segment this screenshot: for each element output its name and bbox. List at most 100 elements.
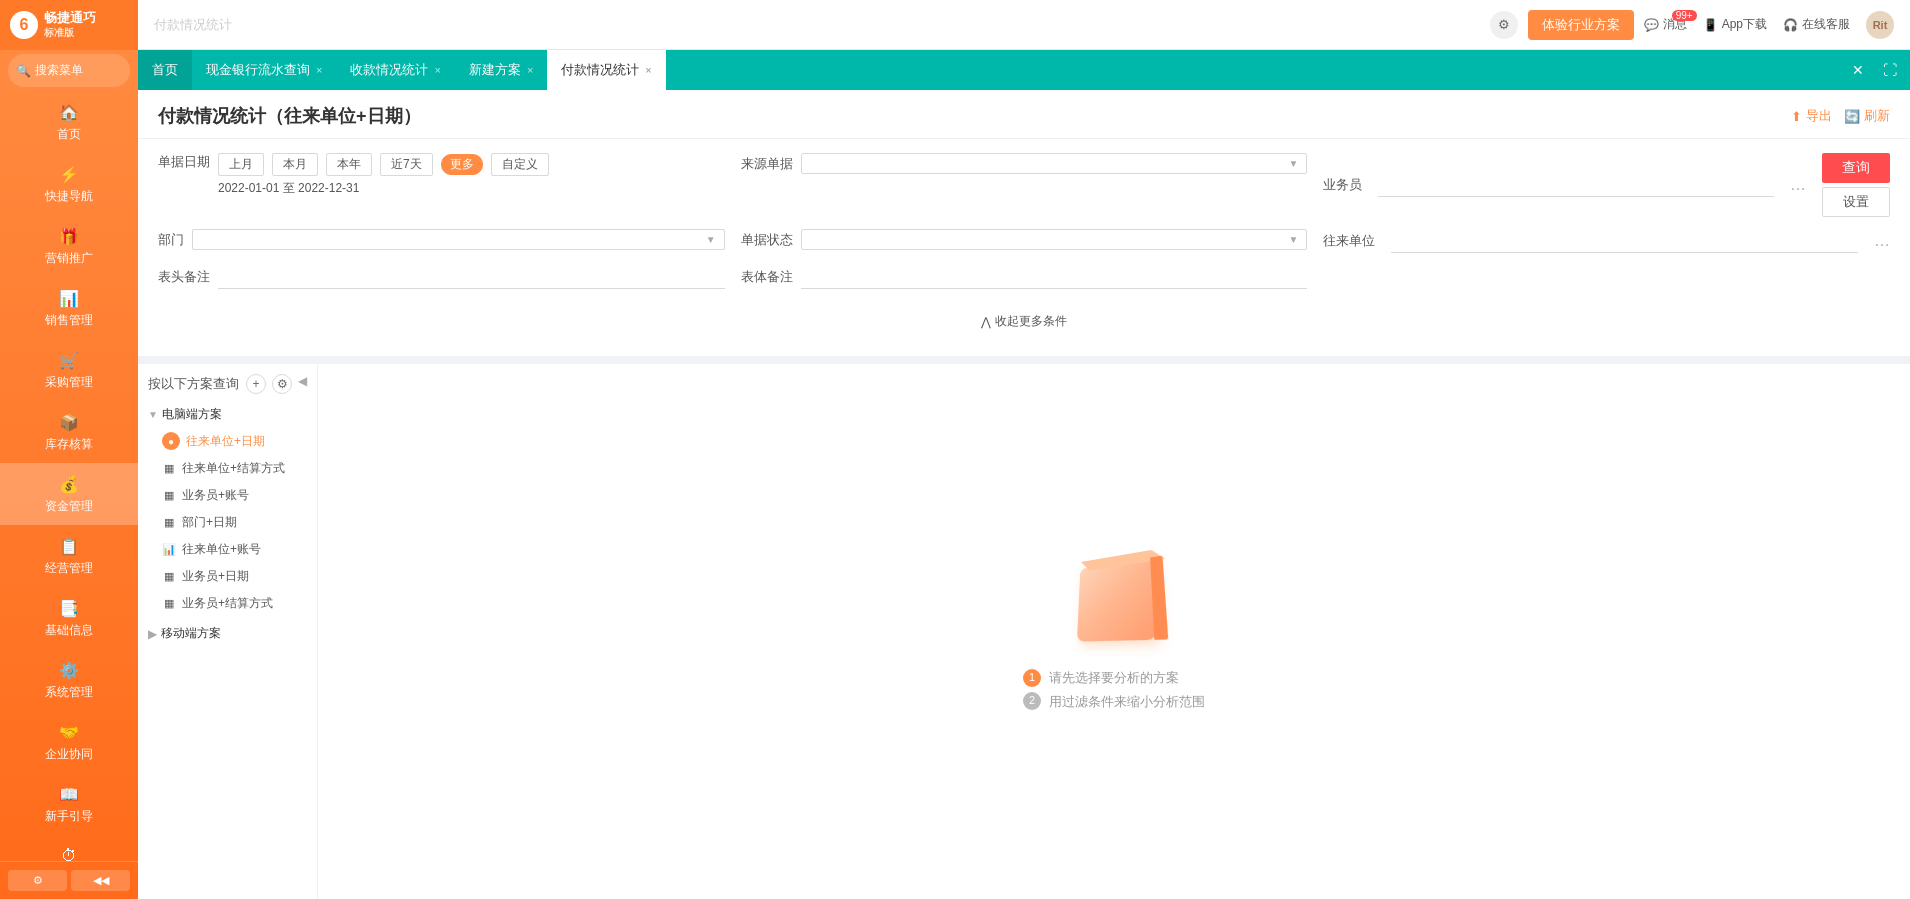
mobile-group-title[interactable]: ▶ 移动端方案 — [138, 621, 317, 646]
date-this-year[interactable]: 本年 — [326, 153, 372, 176]
active-indicator: ● — [162, 432, 180, 450]
collapse-sidebar-btn[interactable]: ◀◀ — [71, 870, 130, 891]
sidebar-item-quick-nav[interactable]: ⚡ 快捷导航 — [0, 153, 138, 215]
page-header-actions: ⬆ 导出 🔄 刷新 — [1791, 107, 1890, 125]
sidebar-item-home[interactable]: 🏠 首页 — [0, 91, 138, 153]
sidebar-logo: 6 畅捷通巧 标准版 — [0, 0, 138, 50]
content-body: 按以下方案查询 + ⚙ ◀ ▼ 电脑端方案 ● 往来单位+日期 — [138, 364, 1910, 899]
scheme-item-dept-date[interactable]: ▦ 部门+日期 — [138, 509, 317, 536]
collapse-more-btn[interactable]: ⋀ 收起更多条件 — [969, 309, 1079, 334]
staff-input[interactable] — [1378, 173, 1774, 197]
sidebar-item-sales[interactable]: 📊 销售管理 — [0, 277, 138, 339]
sidebar-item-operation[interactable]: 📋 经营管理 — [0, 525, 138, 587]
refresh-btn[interactable]: 🔄 刷新 — [1844, 107, 1890, 125]
topbar-settings-btn[interactable]: ⚙ — [1490, 11, 1518, 39]
scheme-collapse-btn[interactable]: ◀ — [298, 374, 307, 394]
tab-receipt-label: 收款情况统计 — [350, 61, 428, 79]
partner-label: 往来单位 — [1323, 232, 1375, 250]
date-last-month[interactable]: 上月 — [218, 153, 264, 176]
sidebar-item-hardware[interactable]: ⏱ 智能硬件 — [0, 835, 138, 861]
collapse-label: 收起更多条件 — [995, 313, 1067, 330]
sidebar-item-cooperation[interactable]: 🤝 企业协同 — [0, 711, 138, 773]
scheme-item-partner-account[interactable]: 📊 往来单位+账号 — [138, 536, 317, 563]
export-label: 导出 — [1806, 107, 1832, 125]
sidebar-nav: 🏠 首页 ⚡ 快捷导航 🎁 营销推广 📊 销售管理 🛒 采购管理 📦 库存核算 … — [0, 91, 138, 861]
close-all-tabs-btn[interactable]: ✕ — [1846, 58, 1870, 82]
doc-status-select[interactable]: ▼ — [801, 229, 1308, 250]
date-this-month[interactable]: 本月 — [272, 153, 318, 176]
filter-cell-partner: 往来单位 … — [1323, 229, 1890, 253]
scheme-icon-dept-date: ▦ — [162, 516, 176, 530]
message-btn[interactable]: 💬 消息 99+ — [1644, 16, 1687, 33]
tab-home-label: 首页 — [152, 61, 178, 79]
sidebar-item-finance[interactable]: 💰 资金管理 — [0, 463, 138, 525]
scheme-item-staff-date[interactable]: ▦ 业务员+日期 — [138, 563, 317, 590]
scheme-settings-btn[interactable]: ⚙ — [272, 374, 292, 394]
marketing-icon: 🎁 — [58, 225, 80, 247]
scheme-group-desktop: ▼ 电脑端方案 ● 往来单位+日期 ▦ 往来单位+结算方式 ▦ 业务员+账号 — [138, 402, 317, 617]
sidebar-item-purchase[interactable]: 🛒 采购管理 — [0, 339, 138, 401]
tab-bank[interactable]: 现金银行流水查询 × — [192, 50, 336, 90]
scheme-item-staff-settle-label: 业务员+结算方式 — [182, 595, 273, 612]
sidebar-item-system[interactable]: ⚙️ 系统管理 — [0, 649, 138, 711]
staff-more-btn[interactable]: … — [1790, 176, 1806, 194]
sidebar-item-marketing[interactable]: 🎁 营销推广 — [0, 215, 138, 277]
date-more[interactable]: 更多 — [441, 154, 483, 175]
sidebar-label-operation: 经营管理 — [45, 560, 93, 577]
quick-nav-icon: ⚡ — [58, 163, 80, 185]
source-label: 来源单据 — [741, 155, 793, 173]
search-label: 搜索菜单 — [35, 62, 83, 79]
app-download-btn[interactable]: 📱 App下载 — [1703, 16, 1767, 33]
topbar-right: 💬 消息 99+ 📱 App下载 🎧 在线客服 Rit — [1644, 11, 1894, 39]
tab-payment-close[interactable]: × — [645, 64, 651, 76]
empty-state: 1 请先选择要分析的方案 2 用过滤条件来缩小分析范围 — [1023, 550, 1205, 713]
body-note-input[interactable] — [801, 265, 1308, 289]
scheme-item-staff-account[interactable]: ▦ 业务员+账号 — [138, 482, 317, 509]
settings-bottom-btn[interactable]: ⚙ — [8, 870, 67, 891]
doc-status-arrow: ▼ — [1288, 234, 1298, 245]
sidebar-item-guide[interactable]: 📖 新手引导 — [0, 773, 138, 835]
header-note-input[interactable] — [218, 265, 725, 289]
partner-more-btn[interactable]: … — [1874, 232, 1890, 250]
tab-new-close[interactable]: × — [527, 64, 533, 76]
dept-select[interactable]: ▼ — [192, 229, 725, 250]
sidebar-item-inventory[interactable]: 📦 库存核算 — [0, 401, 138, 463]
sidebar: 6 畅捷通巧 标准版 🔍 搜索菜单 🏠 首页 ⚡ 快捷导航 🎁 营销推广 📊 销… — [0, 0, 138, 899]
tab-bank-close[interactable]: × — [316, 64, 322, 76]
partner-input[interactable] — [1391, 229, 1858, 253]
message-icon: 💬 — [1644, 18, 1659, 32]
empty-tip2-label: 用过滤条件来缩小分析范围 — [1049, 690, 1205, 713]
sidebar-item-basic[interactable]: 📑 基础信息 — [0, 587, 138, 649]
tab-new[interactable]: 新建方案 × — [455, 50, 547, 90]
search-menu[interactable]: 🔍 搜索菜单 — [8, 54, 130, 87]
scheme-item-partner-date[interactable]: ● 往来单位+日期 — [138, 427, 317, 455]
app-download-icon: 📱 — [1703, 18, 1718, 32]
export-icon: ⬆ — [1791, 109, 1802, 124]
page-content: 付款情况统计（往来单位+日期） ⬆ 导出 🔄 刷新 单据日期 — [138, 90, 1910, 899]
sidebar-label-sales: 销售管理 — [45, 312, 93, 329]
date-range-display: 2022-01-01 至 2022-12-31 — [218, 180, 549, 197]
expand-tabs-btn[interactable]: ⛶ — [1878, 58, 1902, 82]
trial-industry-btn[interactable]: 体验行业方案 — [1528, 10, 1634, 40]
tab-receipt[interactable]: 收款情况统计 × — [336, 50, 454, 90]
source-select[interactable]: ▼ — [801, 153, 1308, 174]
scheme-item-partner-settle[interactable]: ▦ 往来单位+结算方式 — [138, 455, 317, 482]
desktop-expand-icon: ▼ — [148, 409, 158, 420]
sidebar-label-system: 系统管理 — [45, 684, 93, 701]
online-service-btn[interactable]: 🎧 在线客服 — [1783, 16, 1850, 33]
tab-receipt-close[interactable]: × — [434, 64, 440, 76]
staff-label: 业务员 — [1323, 176, 1362, 194]
desktop-group-title[interactable]: ▼ 电脑端方案 — [138, 402, 317, 427]
tab-payment[interactable]: 付款情况统计 × — [547, 50, 665, 90]
page-title: 付款情况统计（往来单位+日期） — [158, 104, 1791, 128]
user-avatar[interactable]: Rit — [1866, 11, 1894, 39]
export-btn[interactable]: ⬆ 导出 — [1791, 107, 1832, 125]
filter-settings-btn[interactable]: 设置 — [1822, 187, 1890, 217]
date-custom[interactable]: 自定义 — [491, 153, 549, 176]
topbar-app-name: 付款情况统计 — [154, 16, 1480, 34]
query-btn[interactable]: 查询 — [1822, 153, 1890, 183]
date-7days[interactable]: 近7天 — [380, 153, 433, 176]
tab-home[interactable]: 首页 — [138, 50, 192, 90]
scheme-add-btn[interactable]: + — [246, 374, 266, 394]
scheme-item-staff-settle[interactable]: ▦ 业务员+结算方式 — [138, 590, 317, 617]
